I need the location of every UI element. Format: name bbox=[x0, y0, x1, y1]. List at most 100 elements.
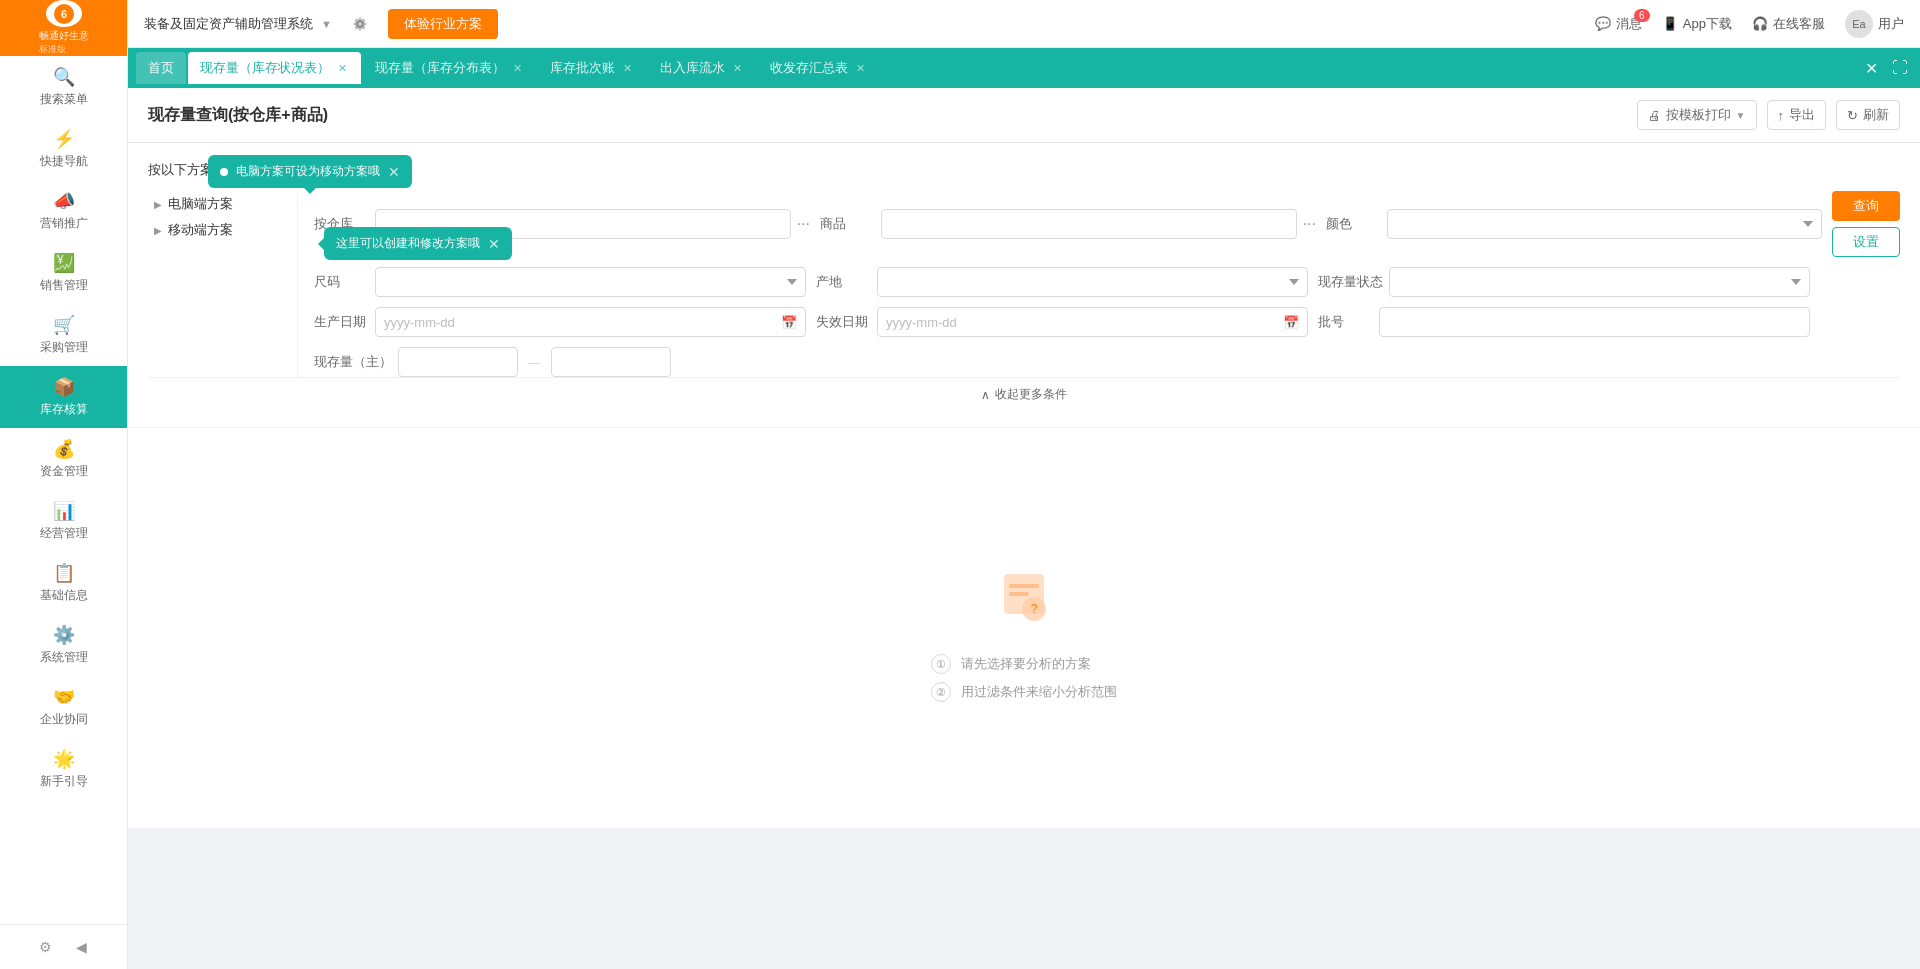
tab-expand-btn[interactable]: ⛶ bbox=[1888, 55, 1912, 81]
sidebar-item-purchase[interactable]: 🛒 采购管理 bbox=[0, 304, 127, 366]
print-template-btn[interactable]: 🖨 按模板打印 ▼ bbox=[1637, 100, 1757, 130]
origin-select[interactable] bbox=[877, 267, 1308, 297]
schema-tree: ▶ 电脑端方案 ▶ 移动端方案 电脑方案可设为移动方案哦 ✕ bbox=[148, 191, 298, 377]
calendar-icon-expire: 📅 bbox=[1283, 315, 1299, 330]
filter-item-goods: 商品 ··· bbox=[820, 209, 1316, 239]
filter-row-1: 按仓库 ··· 商品 ··· 颜色 bbox=[314, 191, 1900, 257]
reset-btn[interactable]: 设置 bbox=[1832, 227, 1900, 257]
tab-collect-summary[interactable]: 收发存汇总表 ✕ bbox=[758, 52, 879, 84]
filter-item-stock-status: 现存量状态 bbox=[1318, 267, 1810, 297]
tab-close-all-btn[interactable]: ✕ bbox=[1861, 55, 1882, 82]
chevron-down-small-icon: ▼ bbox=[1736, 110, 1746, 121]
range-separator: — bbox=[528, 355, 541, 370]
enterprise-icon: 🤝 bbox=[53, 686, 75, 708]
create-tooltip: 这里可以创建和修改方案哦 ✕ bbox=[324, 227, 512, 260]
app-download-btn[interactable]: 📱 App下载 bbox=[1662, 15, 1732, 33]
sidebar-item-search-menu[interactable]: 🔍 搜索菜单 bbox=[0, 56, 127, 118]
step-num-2: ② bbox=[931, 682, 951, 702]
tab-close-inventory-distribution[interactable]: ✕ bbox=[511, 60, 524, 77]
batch-input[interactable] bbox=[1379, 307, 1810, 337]
avatar-initials: Ea bbox=[1852, 18, 1865, 30]
guide-icon: 🌟 bbox=[53, 748, 75, 770]
system-name-text: 装备及固定资产辅助管理系统 bbox=[144, 15, 313, 33]
purchase-icon: 🛒 bbox=[53, 314, 75, 336]
tab-close-inventory-status[interactable]: ✕ bbox=[336, 60, 349, 77]
filter-item-batch: 批号 bbox=[1318, 307, 1810, 337]
stock-main-to[interactable] bbox=[551, 347, 671, 377]
step-num-1: ① bbox=[931, 654, 951, 674]
online-service-btn[interactable]: 🎧 在线客服 bbox=[1752, 15, 1825, 33]
finance-icon: 💰 bbox=[53, 438, 75, 460]
refresh-btn[interactable]: ↻ 刷新 bbox=[1836, 100, 1900, 130]
sidebar-item-operations[interactable]: 📊 经营管理 bbox=[0, 490, 127, 552]
settings-btn[interactable] bbox=[344, 8, 376, 40]
goods-input[interactable] bbox=[881, 209, 1297, 239]
tab-inventory-batch[interactable]: 库存批次账 ✕ bbox=[538, 52, 646, 84]
tab-home[interactable]: 首页 bbox=[136, 52, 186, 84]
quick-nav-icon: ⚡ bbox=[53, 128, 75, 150]
tab-inventory-distribution[interactable]: 现存量（库存分布表） ✕ bbox=[363, 52, 536, 84]
industry-btn[interactable]: 体验行业方案 bbox=[388, 9, 498, 39]
content-area: 现存量查询(按仓库+商品) 🖨 按模板打印 ▼ ↑ 导出 ↻ 刷新 bbox=[128, 88, 1920, 969]
expire-date-label: 失效日期 bbox=[816, 313, 871, 331]
sidebar-item-enterprise[interactable]: 🤝 企业协同 bbox=[0, 676, 127, 738]
scheme-tooltip-dot bbox=[220, 168, 228, 176]
tab-close-inventory-batch[interactable]: ✕ bbox=[621, 60, 634, 77]
tab-inventory-inout[interactable]: 出入库流水 ✕ bbox=[648, 52, 756, 84]
produce-date-label: 生产日期 bbox=[314, 313, 369, 331]
tab-close-inventory-inout[interactable]: ✕ bbox=[731, 60, 744, 77]
color-select[interactable] bbox=[1387, 209, 1822, 239]
warehouse-dots[interactable]: ··· bbox=[797, 215, 810, 233]
sidebar-collapse-btn[interactable]: ◀ bbox=[68, 933, 96, 961]
filter-item-color: 颜色 bbox=[1326, 209, 1822, 239]
message-btn[interactable]: 💬 消息 6 bbox=[1595, 15, 1642, 33]
svg-text:6: 6 bbox=[60, 8, 66, 20]
sidebar-item-inventory[interactable]: 📦 库存核算 bbox=[0, 366, 127, 428]
stock-status-select[interactable] bbox=[1389, 267, 1810, 297]
sidebar-item-quick-nav[interactable]: ⚡ 快捷导航 bbox=[0, 118, 127, 180]
home-tab-label: 首页 bbox=[148, 59, 174, 77]
operations-icon: 📊 bbox=[53, 500, 75, 522]
sidebar-item-base-info[interactable]: 📋 基础信息 bbox=[0, 552, 127, 614]
schema-tree-mobile[interactable]: ▶ 移动端方案 bbox=[148, 217, 285, 243]
sidebar-settings-btn[interactable]: ⚙ bbox=[32, 933, 60, 961]
logo-icon: 6 bbox=[46, 0, 82, 27]
chevron-right-icon2: ▶ bbox=[154, 225, 162, 236]
sidebar-item-marketing[interactable]: 📣 营销推广 bbox=[0, 180, 127, 242]
stock-main-from[interactable] bbox=[398, 347, 518, 377]
tab-inventory-status[interactable]: 现存量（库存状况表） ✕ bbox=[188, 52, 361, 84]
base-info-icon: 📋 bbox=[53, 562, 75, 584]
user-profile-btn[interactable]: Ea 用户 bbox=[1845, 10, 1904, 38]
export-btn[interactable]: ↑ 导出 bbox=[1767, 100, 1827, 130]
phone-icon: 📱 bbox=[1662, 16, 1678, 31]
sidebar-logo: 6 畅通好生意 标准版 bbox=[0, 0, 127, 56]
export-icon: ↑ bbox=[1778, 108, 1785, 123]
tab-close-collect-summary[interactable]: ✕ bbox=[854, 60, 867, 77]
scheme-tooltip-close[interactable]: ✕ bbox=[388, 164, 400, 180]
color-label: 颜色 bbox=[1326, 215, 1381, 233]
produce-date-input[interactable]: yyyy-mm-dd 📅 bbox=[375, 307, 806, 337]
collapse-btn[interactable]: ∧ 收起更多条件 bbox=[981, 386, 1067, 403]
expire-date-input[interactable]: yyyy-mm-dd 📅 bbox=[877, 307, 1308, 337]
empty-icon: ? bbox=[984, 554, 1064, 634]
sidebar-bottom: ⚙ ◀ bbox=[0, 924, 127, 969]
empty-step-2: ② 用过滤条件来缩小分析范围 bbox=[931, 682, 1117, 702]
inventory-distribution-label: 现存量（库存分布表） bbox=[375, 59, 505, 77]
create-tooltip-close[interactable]: ✕ bbox=[488, 236, 500, 252]
goods-dots[interactable]: ··· bbox=[1303, 215, 1316, 233]
logo-text: 畅通好生意 标准版 bbox=[39, 29, 89, 56]
query-btn[interactable]: 查询 bbox=[1832, 191, 1900, 221]
collect-summary-label: 收发存汇总表 bbox=[770, 59, 848, 77]
size-select[interactable] bbox=[375, 267, 806, 297]
sidebar-item-guide[interactable]: 🌟 新手引导 bbox=[0, 738, 127, 800]
filter-item-stock-main: 现存量（主） — bbox=[314, 347, 671, 377]
refresh-icon: ↻ bbox=[1847, 108, 1858, 123]
headset-icon: 🎧 bbox=[1752, 16, 1768, 31]
size-label: 尺码 bbox=[314, 273, 369, 291]
sidebar-item-finance[interactable]: 💰 资金管理 bbox=[0, 428, 127, 490]
sidebar-item-sales[interactable]: 💹 销售管理 bbox=[0, 242, 127, 304]
schema-tree-desktop[interactable]: ▶ 电脑端方案 bbox=[148, 191, 285, 217]
user-avatar: Ea bbox=[1845, 10, 1873, 38]
system-selector[interactable]: 装备及固定资产辅助管理系统 ▼ bbox=[144, 15, 332, 33]
sidebar-item-system[interactable]: ⚙️ 系统管理 bbox=[0, 614, 127, 676]
